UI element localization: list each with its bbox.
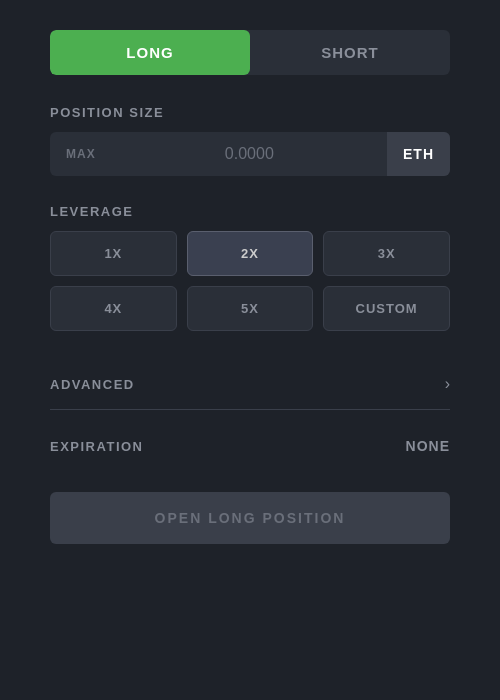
leverage-5x-button[interactable]: 5X: [187, 286, 314, 331]
currency-badge: ETH: [387, 132, 450, 176]
leverage-4x-button[interactable]: 4X: [50, 286, 177, 331]
leverage-grid: 1X 2X 3X 4X 5X CUSTOM: [50, 231, 450, 331]
long-button[interactable]: LONG: [50, 30, 250, 75]
leverage-label: LEVERAGE: [50, 204, 450, 219]
leverage-1x-button[interactable]: 1X: [50, 231, 177, 276]
leverage-custom-button[interactable]: CUSTOM: [323, 286, 450, 331]
position-size-input-row: MAX ETH: [50, 132, 450, 176]
chevron-right-icon: ›: [445, 375, 450, 393]
direction-toggle: LONG SHORT: [50, 30, 450, 75]
expiration-label: EXPIRATION: [50, 439, 144, 454]
main-container: LONG SHORT POSITION SIZE MAX ETH LEVERAG…: [30, 0, 470, 574]
size-input[interactable]: [112, 145, 387, 163]
max-label: MAX: [50, 133, 112, 175]
short-button[interactable]: SHORT: [250, 30, 450, 75]
leverage-section: LEVERAGE 1X 2X 3X 4X 5X CUSTOM: [50, 204, 450, 331]
expiration-row: EXPIRATION NONE: [50, 430, 450, 462]
expiration-value: NONE: [406, 438, 450, 454]
open-position-button[interactable]: OPEN LONG POSITION: [50, 492, 450, 544]
position-size-section: POSITION SIZE MAX ETH: [50, 105, 450, 176]
advanced-row[interactable]: ADVANCED ›: [50, 359, 450, 410]
leverage-2x-button[interactable]: 2X: [187, 231, 314, 276]
advanced-label: ADVANCED: [50, 377, 135, 392]
leverage-3x-button[interactable]: 3X: [323, 231, 450, 276]
position-size-label: POSITION SIZE: [50, 105, 450, 120]
